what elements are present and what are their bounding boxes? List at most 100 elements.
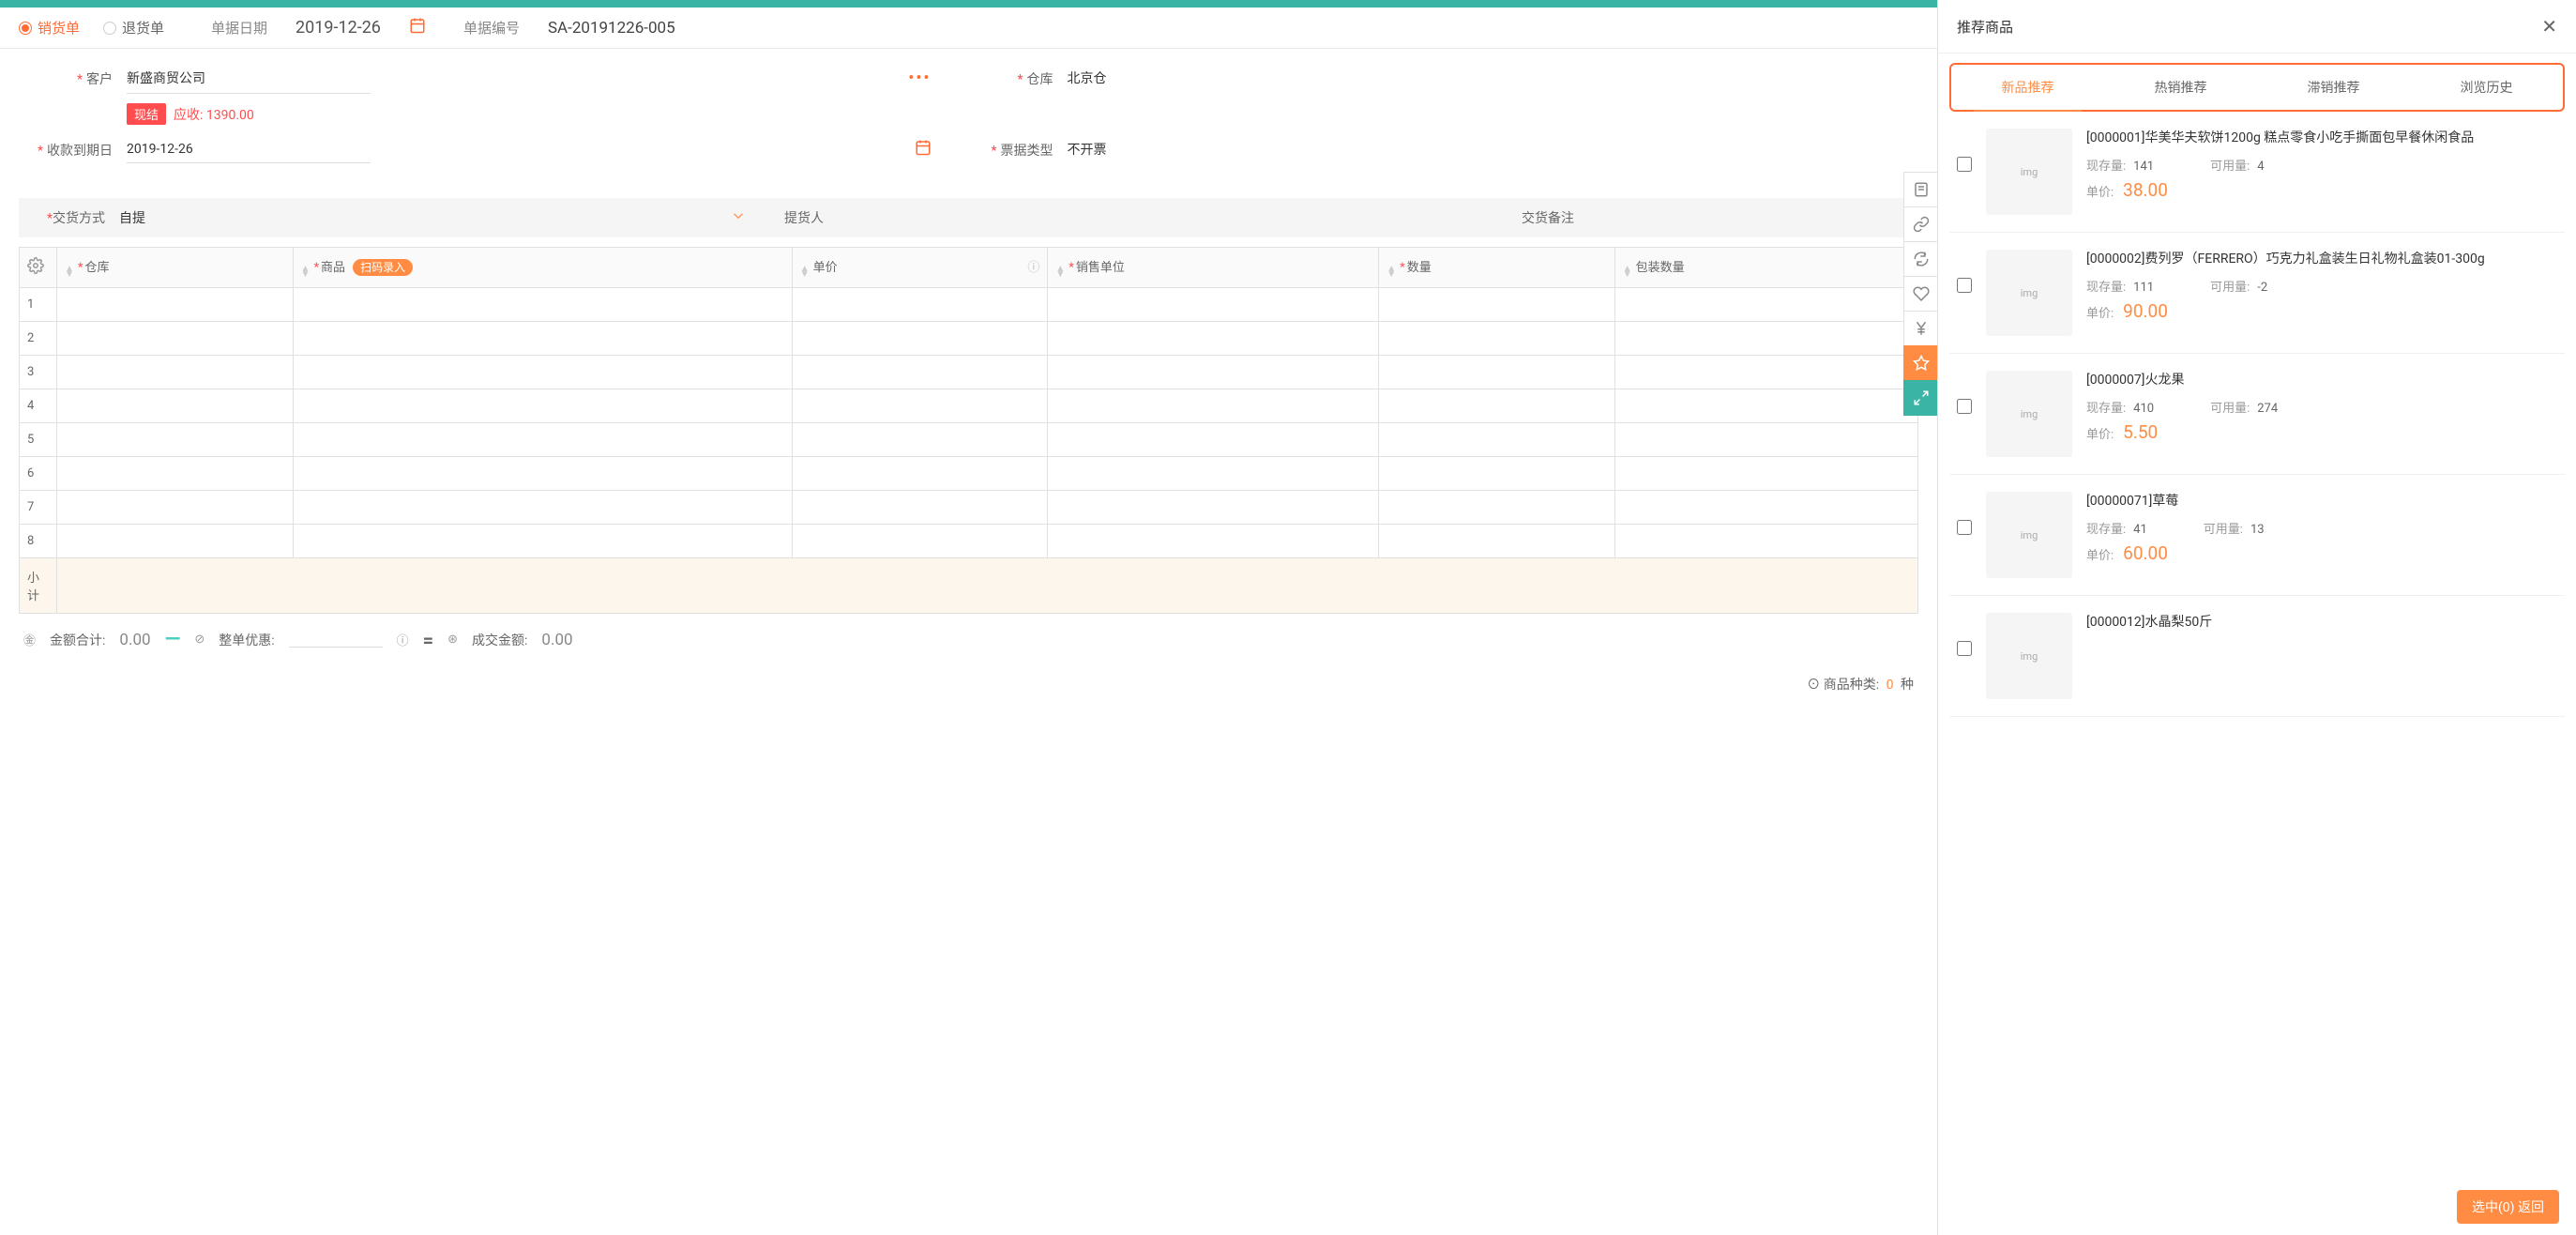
types-label: 商品种类: [1824,678,1879,693]
help-icon[interactable]: ⓘ [397,631,409,648]
radio-icon [103,22,116,35]
recommend-tabs: 新品推荐 热销推荐 滞销推荐 浏览历史 [1949,63,2565,112]
receivable-text: 应收: 1390.00 [174,105,254,124]
tab-new[interactable]: 新品推荐 [1951,65,2104,110]
th-warehouse[interactable]: ▲▼*仓库 [57,248,294,288]
total-value: 0.00 [119,631,150,649]
th-pack[interactable]: ▲▼包装数量 [1614,248,1917,288]
deal-value: 0.00 [541,631,572,649]
settle-badge: 现结 [127,103,166,125]
th-price[interactable]: ▲▼单价ⓘ [792,248,1048,288]
remark-label: 交货备注 [1522,208,1574,227]
minus-icon: — [165,628,181,651]
types-suffix: 种 [1901,678,1914,693]
product-checkbox[interactable] [1957,278,1972,297]
product-title: [0000007]火龙果 [2086,371,2557,390]
side-btn-currency-icon[interactable] [1903,311,1938,346]
product-checkbox[interactable] [1957,520,1972,539]
side-btn-link-icon[interactable] [1903,206,1938,242]
product-image: img [1986,129,2072,215]
invoice-label: *票据类型 [969,141,1053,160]
table-row[interactable]: 7 [20,491,1918,525]
panel-title: 推荐商品 [1957,17,2013,37]
date-value[interactable]: 2019-12-26 [295,18,381,38]
discount-input[interactable] [289,633,383,648]
th-product[interactable]: ▲▼*商品扫码录入 [293,248,792,288]
types-icon: ⊙ [1807,678,1820,693]
subtotal-label: 小计 [20,558,57,614]
calendar-icon[interactable] [409,17,426,38]
product-checkbox[interactable] [1957,399,1972,418]
help-icon[interactable]: ⓘ [1027,257,1039,275]
date-label: 单据日期 [211,18,267,38]
items-table: ▲▼*仓库 ▲▼*商品扫码录入 ▲▼单价ⓘ ▲▼*销售单位 ▲▼*数量 ▲▼包装… [19,247,1918,614]
types-value: 0 [1887,678,1894,693]
customer-picker-icon[interactable]: ••• [908,69,931,88]
side-toolbar [1903,172,1938,415]
product-item: img [0000001]华美华夫软饼1200g 糕点零食小吃手撕面包早餐休闲食… [1949,112,2565,233]
product-item: img [0000007]火龙果 现存量:410可用量:274 单价:5.50 [1949,354,2565,475]
product-title: [0000002]费列罗（FERRERO）巧克力礼盒装生日礼物礼盒装01-300… [2086,250,2557,269]
product-item: img [0000002]费列罗（FERRERO）巧克力礼盒装生日礼物礼盒装01… [1949,233,2565,354]
product-title: [0000001]华美华夫软饼1200g 糕点零食小吃手撕面包早餐休闲食品 [2086,129,2557,148]
doc-no-label: 单据编号 [463,18,520,38]
side-btn-expand-icon[interactable] [1903,380,1938,416]
currency-icon: ㊎ [23,631,36,648]
customer-label: *客户 [28,69,113,88]
product-checkbox[interactable] [1957,157,1972,175]
delivery-label: *交货方式 [47,208,105,227]
subtotal-value [57,558,1918,614]
table-row[interactable]: 1 [20,288,1918,322]
table-row[interactable]: 5 [20,423,1918,457]
warehouse-input[interactable]: 北京仓 [1068,63,1311,94]
pickup-label: 提货人 [784,208,824,227]
table-row[interactable]: 6 [20,457,1918,491]
table-row[interactable]: 8 [20,525,1918,558]
table-row[interactable]: 4 [20,389,1918,423]
scan-badge[interactable]: 扫码录入 [353,259,413,276]
product-checkbox[interactable] [1957,641,1972,660]
customer-input[interactable]: 新盛商贸公司 [127,63,371,94]
product-image: img [1986,613,2072,699]
side-btn-notes-icon[interactable] [1903,172,1938,207]
th-qty[interactable]: ▲▼*数量 [1379,248,1615,288]
discount-icon: ⊘ [194,633,205,647]
summary-row: ⊙ 商品种类: 0 种 [0,665,1937,703]
product-image: img [1986,371,2072,457]
gear-column[interactable] [20,248,57,288]
invoice-input[interactable]: 不开票 [1068,134,1311,165]
tab-slow[interactable]: 滞销推荐 [2257,65,2410,110]
tab-history[interactable]: 浏览历史 [2410,65,2563,110]
table-row[interactable]: 2 [20,322,1918,356]
th-unit[interactable]: ▲▼*销售单位 [1048,248,1379,288]
header-row: 销货单 退货单 单据日期 2019-12-26 单据编号 SA-20191226… [0,8,1937,49]
equals-icon: = [423,629,433,651]
calendar-icon[interactable] [915,139,932,160]
side-btn-refresh-icon[interactable] [1903,241,1938,277]
recommend-panel: 推荐商品 ✕ 新品推荐 热销推荐 滞销推荐 浏览历史 img [0000001]… [1938,0,2576,1235]
due-date-input[interactable]: 2019-12-26 [127,136,371,163]
close-icon[interactable]: ✕ [2541,15,2557,38]
side-btn-bookmark-icon[interactable] [1903,276,1938,312]
bottom-bar: ㊎ 金额合计: 0.00 — ⊘ 整单优惠: ⓘ = ⊛ 成交金额: 0.00 [0,614,1937,665]
side-btn-star-icon[interactable] [1903,345,1938,381]
tab-label: 退货单 [122,18,164,38]
product-item: img [00000071]草莓 现存量:41可用量:13 单价:60.00 [1949,475,2565,596]
tab-label: 销货单 [38,18,80,38]
tab-return[interactable]: 退货单 [103,18,164,38]
delivery-select[interactable]: 自提 [119,208,307,227]
select-return-button[interactable]: 选中(0) 返回 [2457,1190,2559,1224]
doc-no-value: SA-20191226-005 [548,19,675,38]
delivery-row: *交货方式 自提 提货人 交货备注 [19,198,1918,237]
table-row[interactable]: 3 [20,356,1918,389]
product-title: [00000071]草莓 [2086,492,2557,511]
warehouse-label: *仓库 [969,69,1053,88]
discount-label: 整单优惠: [219,631,274,649]
tab-hot[interactable]: 热销推荐 [2104,65,2257,110]
chevron-down-icon[interactable] [730,207,747,228]
product-image: img [1986,492,2072,578]
tab-sales[interactable]: 销货单 [19,18,80,38]
product-item: img [0000012]水晶梨50斤 [1949,596,2565,717]
deal-label: 成交金额: [472,631,527,649]
radio-icon [19,22,32,35]
